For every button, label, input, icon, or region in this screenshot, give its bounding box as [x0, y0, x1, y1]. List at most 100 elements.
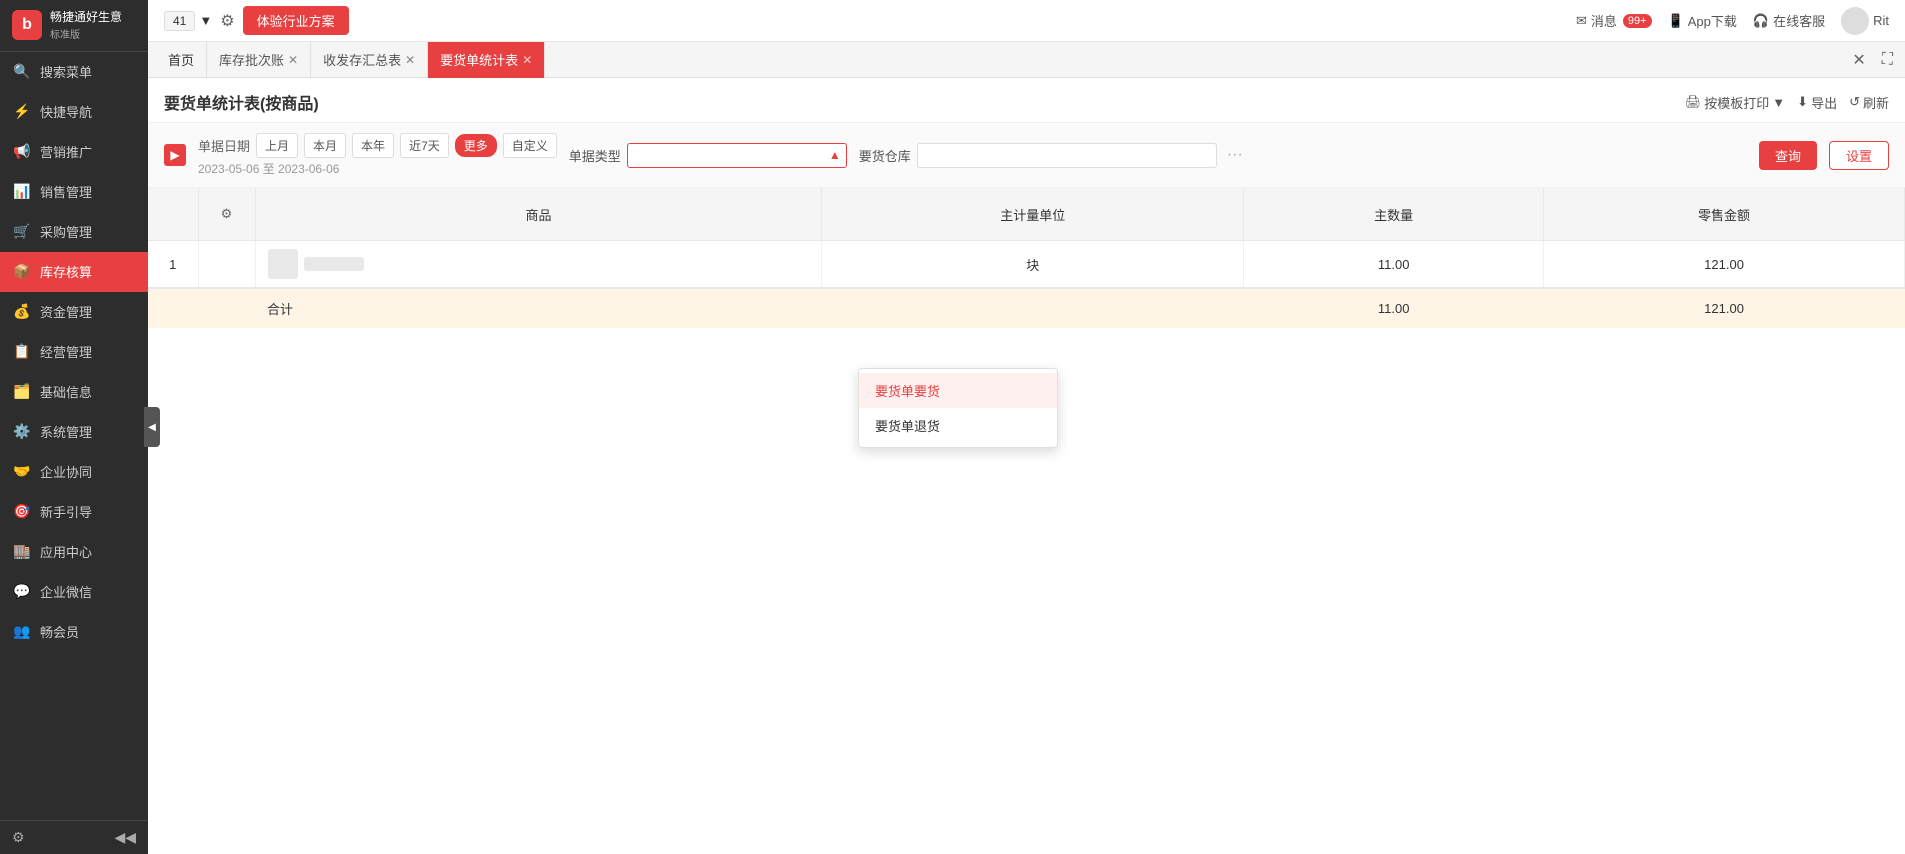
filter-this-year[interactable]: 本年	[352, 133, 394, 158]
tab-recv-summary-label: 收发存汇总表	[323, 50, 401, 69]
sidebar-item-sales[interactable]: 📊 销售管理	[0, 172, 148, 212]
topbar-settings-icon[interactable]: ⚙	[220, 11, 234, 31]
sidebar-footer: ⚙ ◀◀	[0, 820, 148, 854]
type-filter-section: 单据类型 ▲	[569, 143, 847, 168]
tab-inventory-batch[interactable]: 库存批次账 ✕	[207, 42, 311, 78]
table-footer-row: 合计 11.00 121.00	[148, 288, 1905, 328]
sidebar-item-purchase[interactable]: 🛒 采购管理	[0, 212, 148, 252]
sidebar-item-label: 库存核算	[40, 262, 92, 281]
user-name: Rit	[1873, 13, 1889, 28]
topbar-left: 41 ▼ ⚙ 体验行业方案	[164, 6, 349, 35]
service-label: 在线客服	[1773, 11, 1825, 30]
filter-this-month[interactable]: 本月	[304, 133, 346, 158]
filter-last-month[interactable]: 上月	[256, 133, 298, 158]
sidebar-item-search[interactable]: 🔍 搜索菜单	[0, 52, 148, 92]
app-download-label: App下载	[1688, 11, 1737, 30]
table-container: ⚙ 商品 主计量单位 主数量 零售金额 1	[148, 188, 1905, 328]
refresh-label: 刷新	[1863, 93, 1889, 112]
dropdown-item-return[interactable]: 要货单退货	[859, 408, 1057, 443]
sidebar-item-wechat[interactable]: 💬 企业微信	[0, 572, 148, 612]
close-tab-recv-summary[interactable]: ✕	[405, 53, 415, 67]
store-dropdown-icon: ▼	[199, 13, 212, 28]
operations-icon: 📋	[12, 342, 32, 362]
sidebar-item-inventory[interactable]: 📦 库存核算	[0, 252, 148, 292]
app-download-icon: 📱	[1668, 13, 1684, 29]
user-avatar-button[interactable]: Rit	[1841, 7, 1889, 35]
col-settings[interactable]: ⚙	[198, 188, 255, 241]
print-button[interactable]: 🖨 按模板打印 ▼	[1685, 93, 1785, 112]
sidebar-collapse-button[interactable]: ◀	[144, 407, 160, 447]
warehouse-filter-input[interactable]	[917, 143, 1217, 168]
footer-empty1	[148, 288, 198, 328]
type-dropdown-chevron[interactable]: ▲	[829, 148, 841, 162]
app-logo: b 畅捷通好生意 标准版	[0, 0, 148, 52]
col-qty: 主数量	[1244, 188, 1544, 241]
topbar: 41 ▼ ⚙ 体验行业方案 ✉ 消息 99+ 📱 App下载 🎧 在线客服 R	[148, 0, 1905, 42]
sidebar: b 畅捷通好生意 标准版 🔍 搜索菜单 ⚡ 快捷导航 📢 营销推广 📊 销售管理…	[0, 0, 148, 854]
footer-unit-empty	[822, 288, 1244, 328]
refresh-button[interactable]: ↺ 刷新	[1849, 93, 1889, 112]
menu-toggle-icon[interactable]: ◀◀	[114, 829, 136, 846]
purchase-icon: 🛒	[12, 222, 32, 242]
appstore-icon: 🏬	[12, 542, 32, 562]
maximize-button[interactable]: ⛶	[1878, 47, 1897, 73]
col-seq	[148, 188, 198, 241]
filter-more-dates[interactable]: 更多	[455, 134, 497, 157]
footer-qty: 11.00	[1244, 288, 1544, 328]
sidebar-item-system[interactable]: ⚙️ 系统管理	[0, 412, 148, 452]
table-body: 1 块 11.00 121.00	[148, 241, 1905, 289]
sidebar-item-marketing[interactable]: 📢 营销推广	[0, 132, 148, 172]
sidebar-item-label: 快捷导航	[40, 102, 92, 121]
message-button[interactable]: ✉ 消息 99+	[1576, 11, 1652, 30]
filter-last-7days[interactable]: 近7天	[400, 133, 449, 158]
store-badge: 41	[164, 11, 195, 31]
marketing-icon: 📢	[12, 142, 32, 162]
close-tab-inventory-batch[interactable]: ✕	[288, 53, 298, 67]
enterprise-icon: 🤝	[12, 462, 32, 482]
settings-footer-icon[interactable]: ⚙	[12, 829, 25, 846]
type-filter-input[interactable]	[627, 143, 847, 168]
sidebar-item-operations[interactable]: 📋 经营管理	[0, 332, 148, 372]
message-icon: ✉	[1576, 13, 1587, 29]
filter-custom-date[interactable]: 自定义	[503, 133, 557, 158]
export-button[interactable]: ⬇ 导出	[1797, 93, 1837, 112]
sidebar-item-enterprise[interactable]: 🤝 企业协同	[0, 452, 148, 492]
filter-expand-btn[interactable]: ▶	[164, 144, 186, 166]
close-tab-request-stat[interactable]: ✕	[522, 53, 532, 67]
search-icon: 🔍	[12, 62, 32, 82]
tab-request-stat[interactable]: 要货单统计表 ✕	[428, 42, 545, 78]
service-icon: 🎧	[1753, 13, 1769, 29]
expand-icon[interactable]: ▶	[164, 144, 186, 166]
table-header: ⚙ 商品 主计量单位 主数量 零售金额	[148, 188, 1905, 241]
tabs-bar: 首页 库存批次账 ✕ 收发存汇总表 ✕ 要货单统计表 ✕ ✕ ⛶	[148, 42, 1905, 78]
date-filter-group: 单据日期 上月 本月 本年 近7天 更多 自定义	[198, 133, 557, 158]
filter-more-icon[interactable]: ···	[1223, 146, 1247, 164]
sidebar-item-appstore[interactable]: 🏬 应用中心	[0, 532, 148, 572]
inventory-icon: 📦	[12, 262, 32, 282]
print-icon: 🖨	[1685, 94, 1702, 110]
sidebar-item-member[interactable]: 👥 畅会员	[0, 612, 148, 652]
column-settings-icon[interactable]: ⚙	[211, 198, 243, 230]
app-download-button[interactable]: 📱 App下载	[1668, 11, 1737, 30]
page-title: 要货单统计表(按商品)	[164, 90, 319, 114]
sidebar-item-finance[interactable]: 💰 资金管理	[0, 292, 148, 332]
sidebar-item-quicknav[interactable]: ⚡ 快捷导航	[0, 92, 148, 132]
finance-icon: 💰	[12, 302, 32, 322]
main-content: 41 ▼ ⚙ 体验行业方案 ✉ 消息 99+ 📱 App下载 🎧 在线客服 R	[148, 0, 1905, 854]
table-row: 1 块 11.00 121.00	[148, 241, 1905, 289]
sidebar-item-basic[interactable]: 🗂️ 基础信息	[0, 372, 148, 412]
settings-button[interactable]: 设置	[1829, 141, 1889, 170]
tab-home[interactable]: 首页	[156, 42, 207, 78]
trial-button[interactable]: 体验行业方案	[243, 6, 349, 35]
dropdown-item-order[interactable]: 要货单要货	[859, 373, 1057, 408]
avatar	[1841, 7, 1869, 35]
tab-recv-summary[interactable]: 收发存汇总表 ✕	[311, 42, 428, 78]
message-badge: 99+	[1623, 14, 1652, 28]
close-all-tabs-button[interactable]: ✕	[1848, 46, 1869, 74]
filter-bar: ▶ 单据日期 上月 本月 本年 近7天 更多 自定义 2023-05-06 至 …	[148, 123, 1905, 188]
sidebar-item-guide[interactable]: 🎯 新手引导	[0, 492, 148, 532]
query-button[interactable]: 查询	[1759, 141, 1817, 170]
store-selector[interactable]: 41 ▼	[164, 11, 212, 31]
footer-label: 合计	[255, 288, 822, 328]
online-service-button[interactable]: 🎧 在线客服	[1753, 11, 1825, 30]
